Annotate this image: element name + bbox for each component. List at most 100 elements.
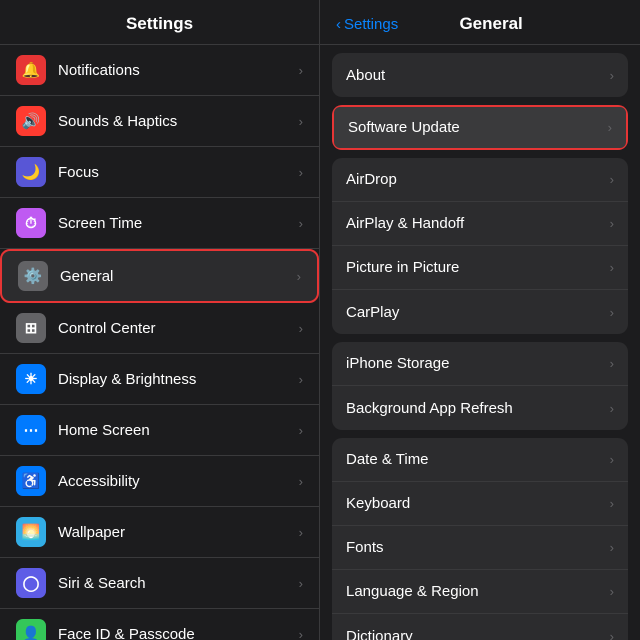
sounds-label: Sounds & Haptics — [58, 113, 299, 130]
sidebar-item-accessibility[interactable]: ♿ Accessibility› — [0, 456, 319, 507]
right-item-dictionary[interactable]: Dictionary› — [332, 614, 628, 640]
screen-time-chevron-icon: › — [299, 216, 303, 231]
sidebar-item-wallpaper[interactable]: 🌅 Wallpaper› — [0, 507, 319, 558]
right-item-airdrop[interactable]: AirDrop› — [332, 158, 628, 202]
about-chevron-icon: › — [610, 68, 614, 83]
wallpaper-label: Wallpaper — [58, 524, 299, 541]
datetime-chevron-icon: › — [610, 452, 614, 467]
right-item-fonts[interactable]: Fonts› — [332, 526, 628, 570]
back-chevron-icon: ‹ — [336, 16, 341, 33]
display-label: Display & Brightness — [58, 371, 299, 388]
home-screen-label: Home Screen — [58, 422, 299, 439]
faceid-chevron-icon: › — [299, 627, 303, 640]
keyboard-chevron-icon: › — [610, 496, 614, 511]
keyboard-label: Keyboard — [346, 495, 610, 512]
right-item-background[interactable]: Background App Refresh› — [332, 386, 628, 430]
display-icon: ☀ — [16, 364, 46, 394]
right-item-datetime[interactable]: Date & Time› — [332, 438, 628, 482]
right-group-1: Software Update› — [332, 105, 628, 150]
airdrop-chevron-icon: › — [610, 172, 614, 187]
right-item-software-update[interactable]: Software Update› — [332, 105, 628, 150]
focus-label: Focus — [58, 164, 299, 181]
left-title: Settings — [126, 14, 193, 33]
control-center-icon: ⊞ — [16, 313, 46, 343]
right-item-iphone-storage[interactable]: iPhone Storage› — [332, 342, 628, 386]
background-label: Background App Refresh — [346, 400, 610, 417]
language-chevron-icon: › — [610, 584, 614, 599]
back-button[interactable]: ‹ Settings — [336, 16, 398, 33]
accessibility-label: Accessibility — [58, 473, 299, 490]
accessibility-chevron-icon: › — [299, 474, 303, 489]
siri-icon: ◯ — [16, 568, 46, 598]
airplay-label: AirPlay & Handoff — [346, 215, 610, 232]
right-group-2: AirDrop›AirPlay & Handoff›Picture in Pic… — [332, 158, 628, 334]
right-item-carplay[interactable]: CarPlay› — [332, 290, 628, 334]
notifications-label: Notifications — [58, 62, 299, 79]
language-label: Language & Region — [346, 583, 610, 600]
carplay-chevron-icon: › — [610, 305, 614, 320]
sidebar-item-home-screen[interactable]: ⋯Home Screen› — [0, 405, 319, 456]
focus-icon: 🌙 — [16, 157, 46, 187]
right-group-0: About› — [332, 53, 628, 97]
datetime-label: Date & Time — [346, 451, 610, 468]
right-item-picture[interactable]: Picture in Picture› — [332, 246, 628, 290]
faceid-icon: 👤 — [16, 619, 46, 640]
settings-list: 🔔Notifications›🔊Sounds & Haptics›🌙Focus›… — [0, 45, 319, 640]
right-group-3: iPhone Storage›Background App Refresh› — [332, 342, 628, 430]
right-content: About›Software Update›AirDrop›AirPlay & … — [320, 53, 640, 640]
control-center-label: Control Center — [58, 320, 299, 337]
picture-label: Picture in Picture — [346, 259, 610, 276]
accessibility-icon: ♿ — [16, 466, 46, 496]
right-header: ‹ Settings General — [320, 0, 640, 45]
background-chevron-icon: › — [610, 401, 614, 416]
fonts-label: Fonts — [346, 539, 610, 556]
wallpaper-icon: 🌅 — [16, 517, 46, 547]
right-panel: ‹ Settings General About›Software Update… — [320, 0, 640, 640]
siri-chevron-icon: › — [299, 576, 303, 591]
wallpaper-chevron-icon: › — [299, 525, 303, 540]
fonts-chevron-icon: › — [610, 540, 614, 555]
iphone-storage-label: iPhone Storage — [346, 355, 610, 372]
sounds-icon: 🔊 — [16, 106, 46, 136]
sidebar-item-faceid[interactable]: 👤 Face ID & Passcode› — [0, 609, 319, 640]
sounds-chevron-icon: › — [299, 114, 303, 129]
general-chevron-icon: › — [297, 269, 301, 284]
airdrop-label: AirDrop — [346, 171, 610, 188]
sidebar-item-general[interactable]: ⚙️ General› — [0, 249, 319, 303]
faceid-label: Face ID & Passcode — [58, 626, 299, 640]
sidebar-item-focus[interactable]: 🌙 Focus› — [0, 147, 319, 198]
dictionary-chevron-icon: › — [610, 629, 614, 640]
sidebar-item-display[interactable]: ☀ Display & Brightness› — [0, 354, 319, 405]
airplay-chevron-icon: › — [610, 216, 614, 231]
siri-label: Siri & Search — [58, 575, 299, 592]
focus-chevron-icon: › — [299, 165, 303, 180]
right-item-about[interactable]: About› — [332, 53, 628, 97]
general-icon: ⚙️ — [18, 261, 48, 291]
right-item-language[interactable]: Language & Region› — [332, 570, 628, 614]
right-group-4: Date & Time›Keyboard›Fonts›Language & Re… — [332, 438, 628, 640]
general-label: General — [60, 268, 297, 285]
about-label: About — [346, 67, 610, 84]
screen-time-icon: ⏱ — [16, 208, 46, 238]
back-label: Settings — [344, 16, 398, 33]
dictionary-label: Dictionary — [346, 628, 610, 640]
notifications-icon: 🔔 — [16, 55, 46, 85]
picture-chevron-icon: › — [610, 260, 614, 275]
sidebar-item-notifications[interactable]: 🔔 Notifications› — [0, 45, 319, 96]
software-update-label: Software Update — [348, 119, 608, 136]
right-item-airplay[interactable]: AirPlay & Handoff› — [332, 202, 628, 246]
right-item-keyboard[interactable]: Keyboard› — [332, 482, 628, 526]
sidebar-item-screen-time[interactable]: ⏱ Screen Time› — [0, 198, 319, 249]
software-update-chevron-icon: › — [608, 120, 612, 135]
display-chevron-icon: › — [299, 372, 303, 387]
left-panel: Settings 🔔Notifications›🔊Sounds & Haptic… — [0, 0, 320, 640]
left-header: Settings — [0, 0, 319, 45]
iphone-storage-chevron-icon: › — [610, 356, 614, 371]
home-screen-icon: ⋯ — [16, 415, 46, 445]
screen-time-label: Screen Time — [58, 215, 299, 232]
sidebar-item-siri[interactable]: ◯ Siri & Search› — [0, 558, 319, 609]
sidebar-item-control-center[interactable]: ⊞ Control Center› — [0, 303, 319, 354]
sidebar-item-sounds[interactable]: 🔊 Sounds & Haptics› — [0, 96, 319, 147]
control-center-chevron-icon: › — [299, 321, 303, 336]
notifications-chevron-icon: › — [299, 63, 303, 78]
